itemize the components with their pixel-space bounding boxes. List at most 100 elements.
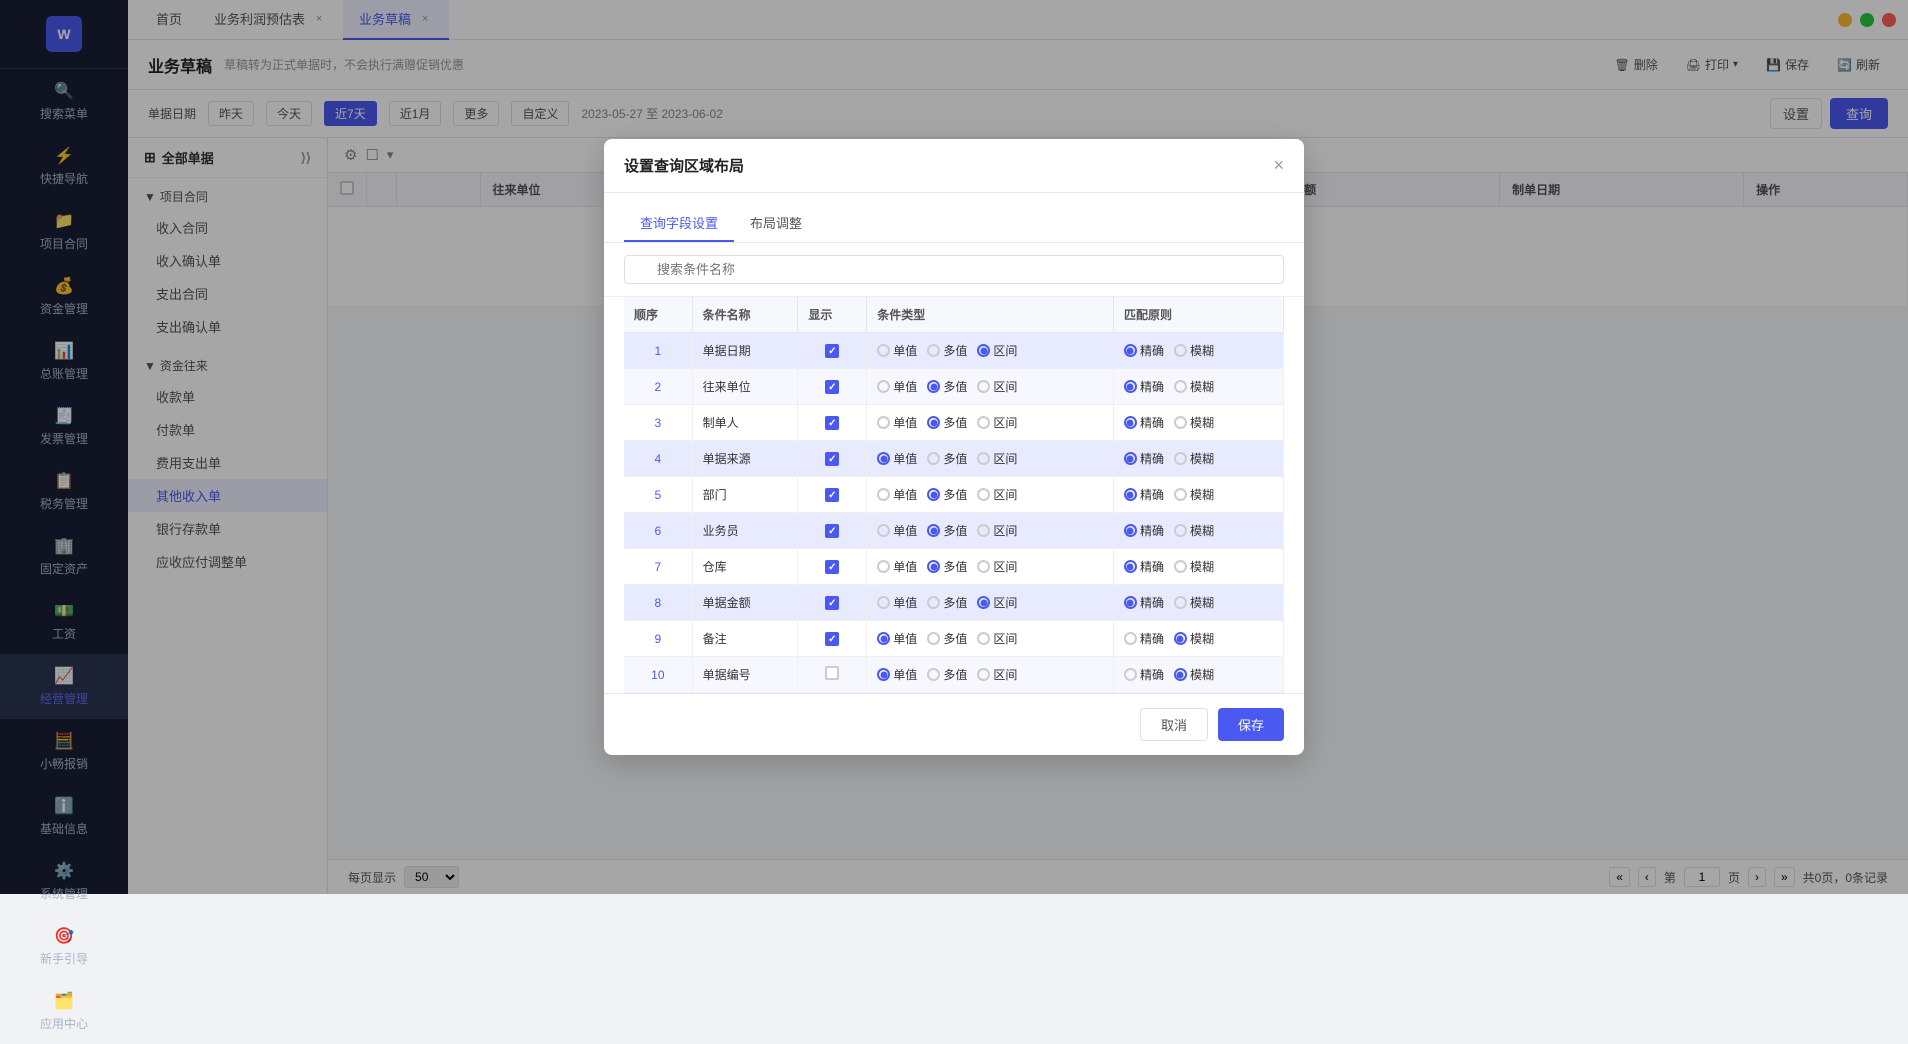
type-radio-单值[interactable]: 单值 <box>877 414 917 431</box>
match-radio-精确[interactable]: 精确 <box>1124 414 1164 431</box>
match-radio-模糊[interactable]: 模糊 <box>1174 522 1214 539</box>
modal-row-name: 单据编号 <box>692 657 798 693</box>
type-radio-区间[interactable]: 区间 <box>977 486 1017 503</box>
display-checkbox-checked[interactable] <box>825 488 839 502</box>
modal-tab-layout[interactable]: 布局调整 <box>734 205 818 242</box>
modal-row-order: 10 <box>624 657 692 693</box>
type-radio-多值[interactable]: 多值 <box>927 450 967 467</box>
match-radio-精确[interactable]: 精确 <box>1124 522 1164 539</box>
radio-label: 单值 <box>893 666 917 683</box>
radio-label: 多值 <box>943 342 967 359</box>
radio-circle-icon <box>877 452 890 465</box>
radio-label: 精确 <box>1140 450 1164 467</box>
match-radio-模糊[interactable]: 模糊 <box>1174 666 1214 683</box>
modal-row-name: 往来单位 <box>692 369 798 405</box>
type-radio-区间[interactable]: 区间 <box>977 342 1017 359</box>
display-checkbox-checked[interactable] <box>825 596 839 610</box>
type-radio-区间[interactable]: 区间 <box>977 378 1017 395</box>
type-radio-单值[interactable]: 单值 <box>877 558 917 575</box>
display-checkbox-checked[interactable] <box>825 416 839 430</box>
display-checkbox-checked[interactable] <box>825 452 839 466</box>
modal-row-match: 精确 模糊 <box>1113 621 1283 657</box>
match-radio-模糊[interactable]: 模糊 <box>1174 450 1214 467</box>
match-radio-精确[interactable]: 精确 <box>1124 558 1164 575</box>
match-radio-模糊[interactable]: 模糊 <box>1174 558 1214 575</box>
match-radio-模糊[interactable]: 模糊 <box>1174 594 1214 611</box>
modal-close-button[interactable]: × <box>1273 155 1284 176</box>
radio-label: 模糊 <box>1190 630 1214 647</box>
type-radio-单值[interactable]: 单值 <box>877 666 917 683</box>
type-radio-单值[interactable]: 单值 <box>877 630 917 647</box>
type-radio-多值[interactable]: 多值 <box>927 342 967 359</box>
modal-row-display <box>798 513 867 549</box>
type-radio-多值[interactable]: 多值 <box>927 486 967 503</box>
type-radio-区间[interactable]: 区间 <box>977 522 1017 539</box>
modal-row-display <box>798 585 867 621</box>
modal-dialog: 设置查询区域布局 × 查询字段设置 布局调整 🔍 顺序 <box>604 139 1304 755</box>
match-radio-精确[interactable]: 精确 <box>1124 342 1164 359</box>
radio-circle-icon <box>1174 560 1187 573</box>
type-radio-多值[interactable]: 多值 <box>927 594 967 611</box>
sidebar-item-newguide[interactable]: 🎯 新手引导 <box>0 914 128 979</box>
radio-label: 多值 <box>943 666 967 683</box>
match-radio-模糊[interactable]: 模糊 <box>1174 486 1214 503</box>
modal-col-order: 顺序 <box>624 297 692 333</box>
modal-search-area: 🔍 <box>604 243 1304 297</box>
type-radio-单值[interactable]: 单值 <box>877 594 917 611</box>
type-radio-单值[interactable]: 单值 <box>877 378 917 395</box>
match-radio-精确[interactable]: 精确 <box>1124 630 1164 647</box>
type-radio-多值[interactable]: 多值 <box>927 630 967 647</box>
type-radio-单值[interactable]: 单值 <box>877 342 917 359</box>
match-radio-精确[interactable]: 精确 <box>1124 450 1164 467</box>
type-radio-多值[interactable]: 多值 <box>927 378 967 395</box>
radio-circle-icon <box>977 344 990 357</box>
modal-row-match: 精确模糊 <box>1113 405 1283 441</box>
match-radio-精确[interactable]: 精确 <box>1124 486 1164 503</box>
type-radio-单值[interactable]: 单值 <box>877 486 917 503</box>
type-radio-区间[interactable]: 区间 <box>977 558 1017 575</box>
type-radio-多值[interactable]: 多值 <box>927 558 967 575</box>
sidebar-item-appstore[interactable]: 🗂️ 应用中心 <box>0 979 128 1044</box>
display-checkbox-checked[interactable] <box>825 380 839 394</box>
modal-table-row: 2往来单位单值多值区间精确模糊 <box>624 369 1284 405</box>
match-radio-模糊[interactable]: 模糊 <box>1174 378 1214 395</box>
type-radio-多值[interactable]: 多值 <box>927 522 967 539</box>
modal-save-button[interactable]: 保存 <box>1218 708 1284 741</box>
display-checkbox-checked[interactable] <box>825 524 839 538</box>
radio-circle-icon <box>1124 524 1137 537</box>
radio-circle-icon <box>1174 416 1187 429</box>
radio-label: 区间 <box>993 414 1017 431</box>
modal-row-order: 1 <box>624 333 692 369</box>
type-radio-单值[interactable]: 单值 <box>877 522 917 539</box>
modal-row-display <box>798 369 867 405</box>
type-radio-区间[interactable]: 区间 <box>977 450 1017 467</box>
modal-tab-fields[interactable]: 查询字段设置 <box>624 205 734 242</box>
match-radio-精确[interactable]: 精确 <box>1124 666 1164 683</box>
match-radio-模糊[interactable]: 模糊 <box>1174 342 1214 359</box>
modal-search-input[interactable] <box>624 255 1284 284</box>
match-radio-模糊[interactable]: 模糊 <box>1174 414 1214 431</box>
display-checkbox-checked[interactable] <box>825 344 839 358</box>
display-checkbox-checked[interactable] <box>825 632 839 646</box>
match-radio-精确[interactable]: 精确 <box>1124 378 1164 395</box>
display-checkbox-empty[interactable] <box>825 666 839 680</box>
type-radio-多值[interactable]: 多值 <box>927 666 967 683</box>
type-radio-区间[interactable]: 区间 <box>977 414 1017 431</box>
display-checkbox-checked[interactable] <box>825 560 839 574</box>
modal-row-type: 单值多值区间 <box>867 585 1114 621</box>
modal-row-display <box>798 621 867 657</box>
modal-cancel-button[interactable]: 取消 <box>1140 708 1208 741</box>
type-radio-区间[interactable]: 区间 <box>977 594 1017 611</box>
type-radio-区间[interactable]: 区间 <box>977 666 1017 683</box>
radio-circle-icon <box>1124 560 1137 573</box>
modal-col-match: 匹配原则 <box>1113 297 1283 333</box>
modal-row-order: 5 <box>624 477 692 513</box>
radio-label: 单值 <box>893 486 917 503</box>
type-radio-单值[interactable]: 单值 <box>877 450 917 467</box>
type-radio-区间[interactable]: 区间 <box>977 630 1017 647</box>
match-radio-模糊[interactable]: 模糊 <box>1174 630 1214 647</box>
match-radio-精确[interactable]: 精确 <box>1124 594 1164 611</box>
radio-label: 精确 <box>1140 594 1164 611</box>
type-radio-多值[interactable]: 多值 <box>927 414 967 431</box>
radio-label: 单值 <box>893 342 917 359</box>
